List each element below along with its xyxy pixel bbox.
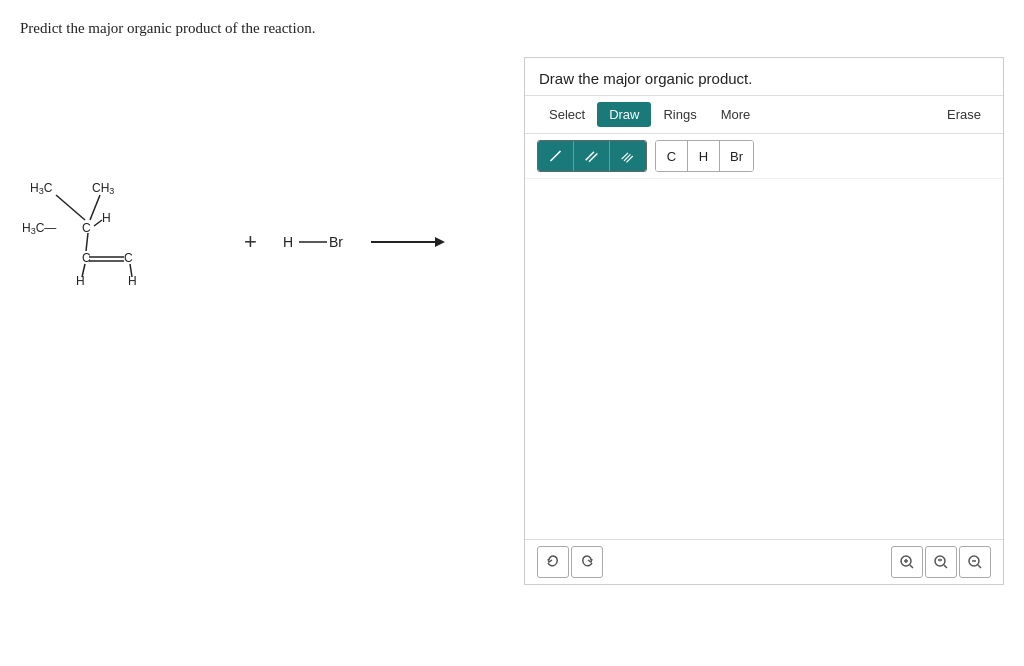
svg-text:H3C—: H3C— xyxy=(22,221,56,236)
triple-bond-button[interactable] xyxy=(610,141,646,171)
double-bond-icon xyxy=(584,147,599,165)
undo-icon xyxy=(545,554,561,570)
bottom-right-tools xyxy=(891,546,991,578)
single-bond-button[interactable] xyxy=(538,141,574,171)
molecule-structure: H3C CH3 H3C— C H C xyxy=(20,137,220,317)
svg-text:H3C: H3C xyxy=(30,181,53,196)
hbr-reagent: H Br xyxy=(281,197,351,257)
arrow-svg xyxy=(367,227,447,257)
svg-text:C: C xyxy=(82,221,91,235)
svg-line-4 xyxy=(56,195,85,220)
bond-group xyxy=(537,140,647,172)
single-bond-icon xyxy=(548,147,563,165)
double-bond-button[interactable] xyxy=(574,141,610,171)
redo-button[interactable] xyxy=(571,546,603,578)
atom-group: C H Br xyxy=(655,140,754,172)
reaction-arrow xyxy=(367,197,447,257)
svg-line-33 xyxy=(944,565,947,568)
svg-line-22 xyxy=(551,151,561,161)
atom-hydrogen-button[interactable]: H xyxy=(688,141,720,171)
toolbar-left: Select Draw Rings More xyxy=(537,102,762,127)
zoom-reset-icon xyxy=(933,554,949,570)
left-panel: H3C CH3 H3C— C H C xyxy=(20,57,494,317)
svg-line-36 xyxy=(978,565,981,568)
erase-button[interactable]: Erase xyxy=(937,102,991,127)
svg-line-5 xyxy=(90,195,100,220)
toolbar-tabs-row: Select Draw Rings More Erase xyxy=(525,96,1003,134)
zoom-in-icon xyxy=(899,554,915,570)
undo-button[interactable] xyxy=(537,546,569,578)
svg-text:H: H xyxy=(76,274,85,288)
svg-text:CH3: CH3 xyxy=(92,181,114,196)
svg-text:H: H xyxy=(102,211,111,225)
tab-draw[interactable]: Draw xyxy=(597,102,651,127)
triple-bond-icon xyxy=(620,147,636,165)
svg-line-12 xyxy=(86,233,88,251)
molecule-svg: H3C CH3 H3C— C H C xyxy=(20,137,220,317)
page-instruction: Predict the major organic product of the… xyxy=(20,20,1004,37)
atom-carbon-button[interactable]: C xyxy=(656,141,688,171)
zoom-out-icon xyxy=(967,554,983,570)
tab-select[interactable]: Select xyxy=(537,102,597,127)
zoom-reset-button[interactable] xyxy=(925,546,957,578)
main-layout: H3C CH3 H3C— C H C xyxy=(20,57,1004,585)
canvas-area[interactable] xyxy=(525,179,1003,539)
zoom-in-button[interactable] xyxy=(891,546,923,578)
redo-icon xyxy=(579,554,595,570)
bottom-toolbar xyxy=(525,539,1003,584)
atom-bromine-button[interactable]: Br xyxy=(720,141,753,171)
bottom-left-tools xyxy=(537,546,603,578)
draw-panel-title: Draw the major organic product. xyxy=(525,58,1003,96)
plus-sign: + xyxy=(244,199,257,255)
svg-text:Br: Br xyxy=(329,234,343,250)
svg-text:H: H xyxy=(283,234,293,250)
svg-text:C: C xyxy=(82,251,91,265)
svg-line-31 xyxy=(910,565,913,568)
tools-row: C H Br xyxy=(525,134,1003,179)
tab-rings[interactable]: Rings xyxy=(651,102,708,127)
zoom-out-button[interactable] xyxy=(959,546,991,578)
svg-marker-21 xyxy=(435,237,445,247)
hbr-svg: H Br xyxy=(281,227,351,257)
tab-more[interactable]: More xyxy=(709,102,763,127)
svg-line-7 xyxy=(94,220,102,226)
svg-text:C: C xyxy=(124,251,133,265)
draw-panel: Draw the major organic product. Select D… xyxy=(524,57,1004,585)
